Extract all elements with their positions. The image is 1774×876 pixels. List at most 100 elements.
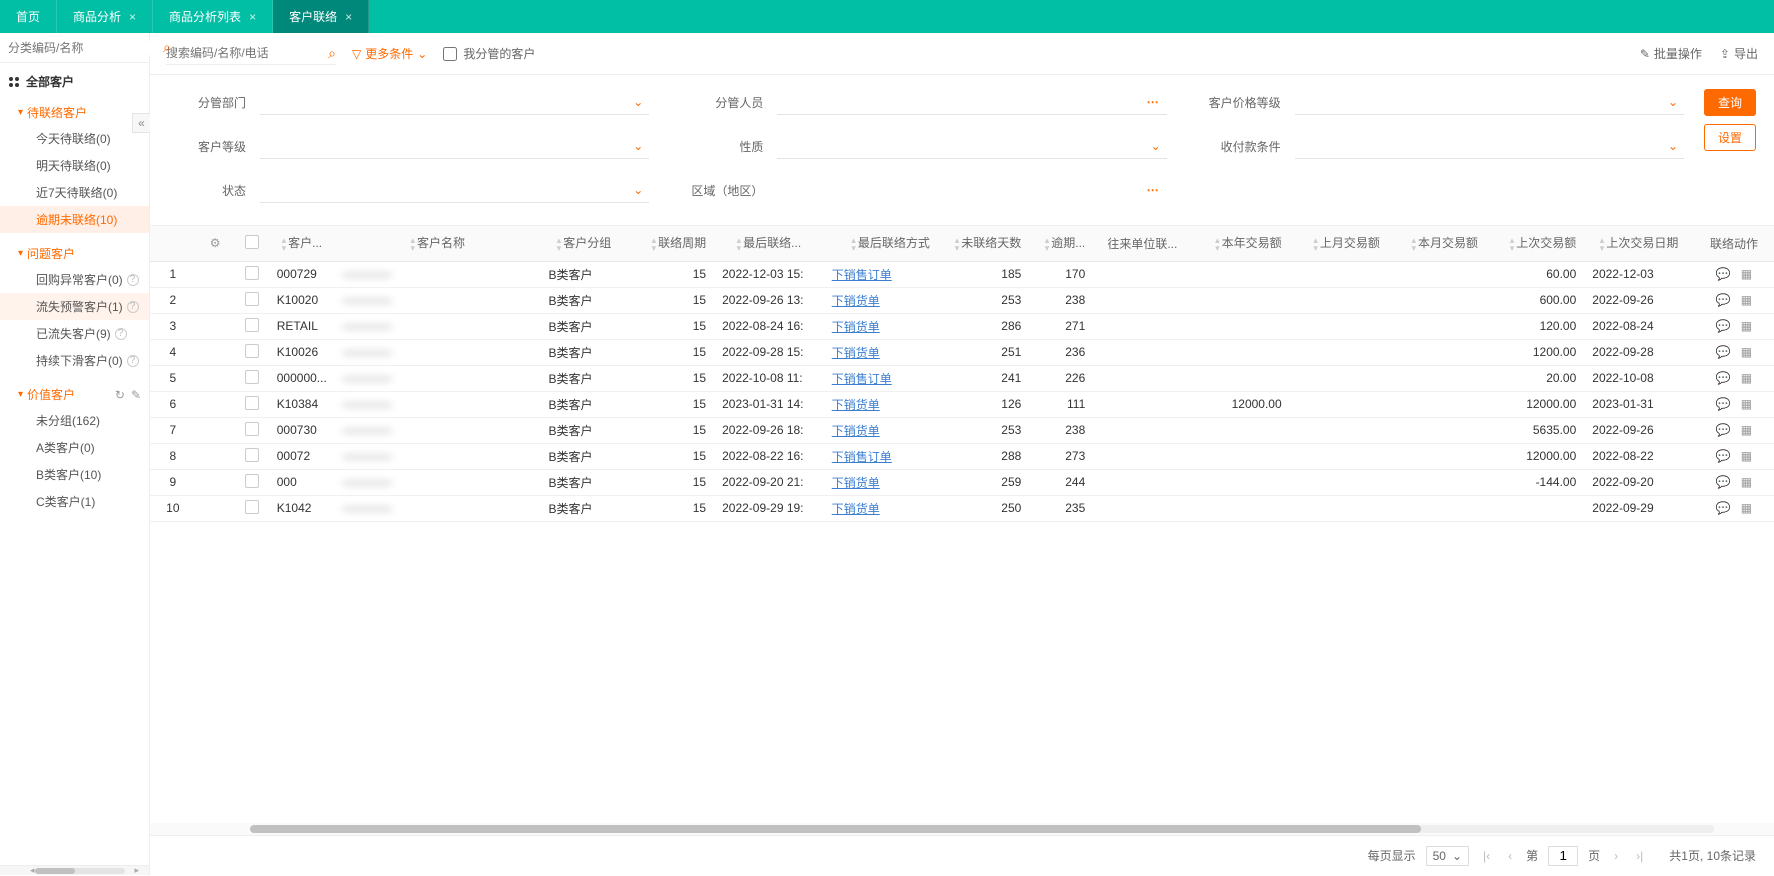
- col-days-no[interactable]: ▴▾未联络天数: [938, 226, 1029, 261]
- sidebar-item-class-a[interactable]: A类客户(0): [0, 434, 149, 461]
- row-checkbox[interactable]: [235, 339, 269, 365]
- method-link[interactable]: 下销售订单: [832, 450, 892, 464]
- filter-pay-cond-input[interactable]: ⌄: [1295, 133, 1684, 159]
- export-button[interactable]: ⇪导出: [1720, 45, 1758, 62]
- page-last-button[interactable]: ›|: [1632, 849, 1647, 863]
- grid-icon[interactable]: ▦: [1741, 293, 1752, 307]
- search-icon[interactable]: ⌕: [328, 45, 336, 62]
- col-overdue[interactable]: ▴▾逾期...: [1029, 226, 1093, 261]
- close-icon[interactable]: ×: [249, 10, 256, 24]
- chat-icon[interactable]: 💬: [1716, 397, 1731, 411]
- table-row[interactable]: 10K1042————B类客户152022-09-29 19:下销货单25023…: [150, 495, 1774, 521]
- table-row[interactable]: 9000————B类客户152022-09-20 21:下销货单259244-1…: [150, 469, 1774, 495]
- row-checkbox[interactable]: [235, 365, 269, 391]
- more-conditions-toggle[interactable]: ▽ 更多条件 ⌄: [352, 45, 427, 62]
- chat-icon[interactable]: 💬: [1716, 449, 1731, 463]
- collapse-sidebar-button[interactable]: «: [132, 113, 150, 133]
- sidebar-item-class-b[interactable]: B类客户(10): [0, 461, 149, 488]
- chat-icon[interactable]: 💬: [1716, 267, 1731, 281]
- grid-icon[interactable]: ▦: [1741, 345, 1752, 359]
- settings-button[interactable]: 设置: [1704, 124, 1756, 151]
- my-customers-checkbox[interactable]: 我分管的客户: [443, 45, 535, 62]
- row-checkbox[interactable]: [235, 417, 269, 443]
- sidebar-horizontal-scrollbar[interactable]: ◂ ▸: [0, 865, 149, 875]
- row-checkbox[interactable]: [235, 443, 269, 469]
- col-check-all[interactable]: [235, 226, 269, 261]
- col-year-amt[interactable]: ▴▾本年交易额: [1191, 226, 1289, 261]
- method-link[interactable]: 下销货单: [832, 320, 880, 334]
- col-this-month-amt[interactable]: ▴▾本月交易额: [1388, 226, 1486, 261]
- page-input[interactable]: [1548, 846, 1578, 866]
- grid-icon[interactable]: ▦: [1741, 423, 1752, 437]
- table-row[interactable]: 5000000...————B类客户152022-10-08 11:下销售订单2…: [150, 365, 1774, 391]
- sidebar-item-lost[interactable]: 已流失客户(9)?: [0, 320, 149, 347]
- chat-icon[interactable]: 💬: [1716, 293, 1731, 307]
- table-row[interactable]: 1000729————B类客户152022-12-03 15:下销售订单1851…: [150, 261, 1774, 287]
- method-link[interactable]: 下销货单: [832, 476, 880, 490]
- row-checkbox[interactable]: [235, 469, 269, 495]
- grid-icon[interactable]: ▦: [1741, 501, 1752, 515]
- method-link[interactable]: 下销货单: [832, 502, 880, 516]
- method-link[interactable]: 下销货单: [832, 294, 880, 308]
- chat-icon[interactable]: 💬: [1716, 501, 1731, 515]
- sidebar-item-overdue[interactable]: 逾期未联络(10): [0, 206, 149, 233]
- chat-icon[interactable]: 💬: [1716, 475, 1731, 489]
- refresh-icon[interactable]: ↻: [115, 388, 125, 402]
- method-link[interactable]: 下销售订单: [832, 372, 892, 386]
- checkbox[interactable]: [443, 47, 457, 61]
- filter-cust-level-input[interactable]: ⌄: [260, 133, 649, 159]
- col-gear[interactable]: ⚙: [196, 226, 235, 261]
- row-checkbox[interactable]: [235, 495, 269, 521]
- table-row[interactable]: 800072————B类客户152022-08-22 16:下销售订单28827…: [150, 443, 1774, 469]
- help-icon[interactable]: ?: [127, 274, 139, 286]
- filter-person-input[interactable]: ⋯: [777, 89, 1166, 115]
- row-checkbox[interactable]: [235, 287, 269, 313]
- col-last-date[interactable]: ▴▾上次交易日期: [1584, 226, 1694, 261]
- sidebar-item-tomorrow[interactable]: 明天待联络(0): [0, 152, 149, 179]
- col-last-method[interactable]: ▴▾最后联络方式: [824, 226, 938, 261]
- page-prev-button[interactable]: ‹: [1504, 849, 1516, 863]
- grid-icon[interactable]: ▦: [1741, 397, 1752, 411]
- table-row[interactable]: 2K10020————B类客户152022-09-26 13:下销货单25323…: [150, 287, 1774, 313]
- grid-icon[interactable]: ▦: [1741, 449, 1752, 463]
- col-last-month-amt[interactable]: ▴▾上月交易额: [1290, 226, 1388, 261]
- col-name[interactable]: ▴▾客户名称: [335, 226, 541, 261]
- method-link[interactable]: 下销货单: [832, 424, 880, 438]
- row-checkbox[interactable]: [235, 313, 269, 339]
- chat-icon[interactable]: 💬: [1716, 371, 1731, 385]
- grid-icon[interactable]: ▦: [1741, 267, 1752, 281]
- method-link[interactable]: 下销售订单: [832, 268, 892, 282]
- sidebar-group-value[interactable]: ▾ 价值客户 ↻ ✎: [0, 382, 149, 407]
- grid-icon[interactable]: ▦: [1741, 319, 1752, 333]
- grid-icon[interactable]: ▦: [1741, 475, 1752, 489]
- col-code[interactable]: ▴▾客户...: [269, 226, 335, 261]
- table-horizontal-scrollbar[interactable]: [150, 823, 1774, 835]
- page-first-button[interactable]: |‹: [1479, 849, 1494, 863]
- close-icon[interactable]: ×: [129, 10, 136, 24]
- chat-icon[interactable]: 💬: [1716, 423, 1731, 437]
- help-icon[interactable]: ?: [127, 355, 139, 367]
- help-icon[interactable]: ?: [127, 301, 139, 313]
- col-last-time[interactable]: ▴▾最后联络...: [714, 226, 824, 261]
- search-input[interactable]: [166, 42, 328, 64]
- sidebar-item-ungrouped[interactable]: 未分组(162): [0, 407, 149, 434]
- sidebar-root-all-customers[interactable]: 全部客户: [0, 67, 149, 96]
- filter-price-level-input[interactable]: ⌄: [1295, 89, 1684, 115]
- tab-product-analysis-list[interactable]: 商品分析列表×: [153, 0, 273, 33]
- per-page-select[interactable]: 50 ⌄: [1426, 846, 1469, 866]
- gear-icon[interactable]: ⚙: [210, 236, 221, 250]
- filter-nature-input[interactable]: ⌄: [777, 133, 1166, 159]
- sidebar-group-pending[interactable]: ▾ 待联络客户: [0, 100, 149, 125]
- sidebar-item-7days[interactable]: 近7天待联络(0): [0, 179, 149, 206]
- grid-icon[interactable]: ▦: [1741, 371, 1752, 385]
- search-icon[interactable]: ⌕: [163, 39, 171, 56]
- tab-product-analysis[interactable]: 商品分析×: [57, 0, 153, 33]
- sidebar-item-declining[interactable]: 持续下滑客户(0)?: [0, 347, 149, 374]
- table-row[interactable]: 6K10384————B类客户152023-01-31 14:下销货单12611…: [150, 391, 1774, 417]
- method-link[interactable]: 下销货单: [832, 398, 880, 412]
- query-button[interactable]: 查询: [1704, 89, 1756, 116]
- col-last-amt[interactable]: ▴▾上次交易额: [1486, 226, 1584, 261]
- tab-home[interactable]: 首页: [0, 0, 57, 33]
- row-checkbox[interactable]: [235, 391, 269, 417]
- col-unit-contact[interactable]: 往来单位联...: [1093, 226, 1191, 261]
